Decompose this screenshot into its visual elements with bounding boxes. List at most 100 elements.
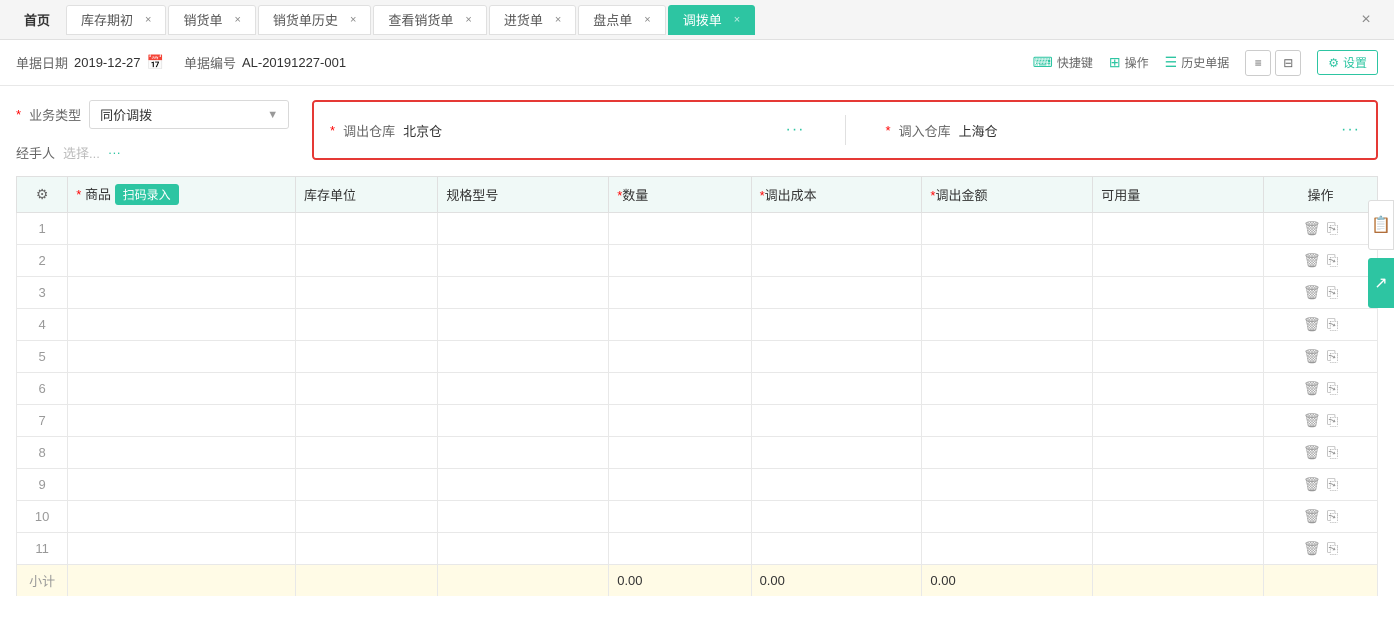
history-action[interactable]: ☰ 历史单据 xyxy=(1165,54,1230,71)
tab-inventory-init[interactable]: 库存期初 × xyxy=(66,5,166,35)
cell-available-9[interactable] xyxy=(1093,469,1264,501)
cell-amount-4[interactable] xyxy=(922,309,1093,341)
cell-amount-8[interactable] xyxy=(922,437,1093,469)
cell-qty-3[interactable] xyxy=(609,277,751,309)
cell-available-2[interactable] xyxy=(1093,245,1264,277)
cell-qty-2[interactable] xyxy=(609,245,751,277)
cell-product-3[interactable] xyxy=(68,277,296,309)
cell-amount-5[interactable] xyxy=(922,341,1093,373)
cell-available-6[interactable] xyxy=(1093,373,1264,405)
copy-icon-5[interactable]: ⎘ xyxy=(1327,348,1338,365)
cell-available-11[interactable] xyxy=(1093,533,1264,565)
delete-icon-10[interactable]: 🗑 xyxy=(1303,508,1321,525)
cell-product-1[interactable] xyxy=(68,213,296,245)
copy-icon-10[interactable]: ⎘ xyxy=(1327,508,1338,525)
cell-amount-6[interactable] xyxy=(922,373,1093,405)
copy-icon-9[interactable]: ⎘ xyxy=(1327,476,1338,493)
sidebar-doc-button[interactable]: 📋 xyxy=(1368,200,1394,250)
cell-product-11[interactable] xyxy=(68,533,296,565)
cell-spec-5[interactable] xyxy=(438,341,609,373)
operations-action[interactable]: ⊞ 操作 xyxy=(1109,54,1149,71)
cell-cost-11[interactable] xyxy=(751,533,922,565)
cell-qty-9[interactable] xyxy=(609,469,751,501)
cell-available-7[interactable] xyxy=(1093,405,1264,437)
cell-cost-4[interactable] xyxy=(751,309,922,341)
cell-available-10[interactable] xyxy=(1093,501,1264,533)
cell-amount-11[interactable] xyxy=(922,533,1093,565)
tab-inventory-init-close[interactable]: × xyxy=(145,14,151,26)
cell-qty-5[interactable] xyxy=(609,341,751,373)
out-warehouse-more-icon[interactable]: ··· xyxy=(786,121,805,139)
delete-icon-7[interactable]: 🗑 xyxy=(1303,412,1321,429)
cell-amount-3[interactable] xyxy=(922,277,1093,309)
cell-qty-7[interactable] xyxy=(609,405,751,437)
scan-button[interactable]: 扫码录入 xyxy=(115,184,179,205)
cell-qty-1[interactable] xyxy=(609,213,751,245)
cell-available-5[interactable] xyxy=(1093,341,1264,373)
cell-available-4[interactable] xyxy=(1093,309,1264,341)
cell-unit-7[interactable] xyxy=(296,405,438,437)
cell-unit-2[interactable] xyxy=(296,245,438,277)
copy-icon-3[interactable]: ⎘ xyxy=(1327,284,1338,301)
cell-amount-9[interactable] xyxy=(922,469,1093,501)
settings-icon[interactable]: ⚙ xyxy=(36,186,49,202)
cell-amount-2[interactable] xyxy=(922,245,1093,277)
window-close-button[interactable]: × xyxy=(1348,2,1384,38)
copy-icon-6[interactable]: ⎘ xyxy=(1327,380,1338,397)
cell-unit-3[interactable] xyxy=(296,277,438,309)
delete-icon-8[interactable]: 🗑 xyxy=(1303,444,1321,461)
in-warehouse-more-icon[interactable]: ··· xyxy=(1341,121,1360,139)
cell-spec-10[interactable] xyxy=(438,501,609,533)
setting-button[interactable]: ⚙ 设置 xyxy=(1317,50,1378,75)
cell-cost-8[interactable] xyxy=(751,437,922,469)
cell-spec-1[interactable] xyxy=(438,213,609,245)
cell-cost-6[interactable] xyxy=(751,373,922,405)
copy-icon-1[interactable]: ⎘ xyxy=(1327,220,1338,237)
delete-icon-2[interactable]: 🗑 xyxy=(1303,252,1321,269)
cell-unit-8[interactable] xyxy=(296,437,438,469)
tab-inventory-check-close[interactable]: × xyxy=(644,14,650,26)
copy-icon-8[interactable]: ⎘ xyxy=(1327,444,1338,461)
th-settings[interactable]: ⚙ xyxy=(17,177,68,213)
tab-sales-order[interactable]: 销货单 × xyxy=(168,5,255,35)
tab-sales-history-close[interactable]: × xyxy=(350,14,356,26)
cell-unit-5[interactable] xyxy=(296,341,438,373)
copy-icon-7[interactable]: ⎘ xyxy=(1327,412,1338,429)
tab-inventory-check[interactable]: 盘点单 × xyxy=(578,5,665,35)
copy-icon-11[interactable]: ⎘ xyxy=(1327,540,1338,557)
delete-icon-3[interactable]: 🗑 xyxy=(1303,284,1321,301)
cell-unit-1[interactable] xyxy=(296,213,438,245)
cell-product-5[interactable] xyxy=(68,341,296,373)
cell-product-8[interactable] xyxy=(68,437,296,469)
cell-cost-2[interactable] xyxy=(751,245,922,277)
tab-sales-order-close[interactable]: × xyxy=(234,14,240,26)
cell-cost-9[interactable] xyxy=(751,469,922,501)
delete-icon-11[interactable]: 🗑 xyxy=(1303,540,1321,557)
operator-input[interactable]: 选择... xyxy=(63,143,100,162)
cell-cost-10[interactable] xyxy=(751,501,922,533)
delete-icon-9[interactable]: 🗑 xyxy=(1303,476,1321,493)
tab-view-sales-close[interactable]: × xyxy=(465,14,471,26)
cell-spec-6[interactable] xyxy=(438,373,609,405)
cell-spec-4[interactable] xyxy=(438,309,609,341)
tab-view-sales[interactable]: 查看销货单 × xyxy=(373,5,486,35)
cell-unit-4[interactable] xyxy=(296,309,438,341)
cell-qty-10[interactable] xyxy=(609,501,751,533)
cell-product-2[interactable] xyxy=(68,245,296,277)
cell-spec-8[interactable] xyxy=(438,437,609,469)
cell-unit-6[interactable] xyxy=(296,373,438,405)
operator-more-icon[interactable]: ··· xyxy=(108,145,121,160)
cell-unit-10[interactable] xyxy=(296,501,438,533)
tab-transfer-close[interactable]: × xyxy=(734,14,740,26)
cell-amount-1[interactable] xyxy=(922,213,1093,245)
copy-icon-2[interactable]: ⎘ xyxy=(1327,252,1338,269)
cell-amount-7[interactable] xyxy=(922,405,1093,437)
cell-cost-5[interactable] xyxy=(751,341,922,373)
cell-spec-7[interactable] xyxy=(438,405,609,437)
layout-icon-1[interactable]: ≡ xyxy=(1245,50,1271,76)
cell-cost-1[interactable] xyxy=(751,213,922,245)
layout-icon-2[interactable]: ⊟ xyxy=(1275,50,1301,76)
cell-spec-11[interactable] xyxy=(438,533,609,565)
cell-available-3[interactable] xyxy=(1093,277,1264,309)
cell-product-7[interactable] xyxy=(68,405,296,437)
